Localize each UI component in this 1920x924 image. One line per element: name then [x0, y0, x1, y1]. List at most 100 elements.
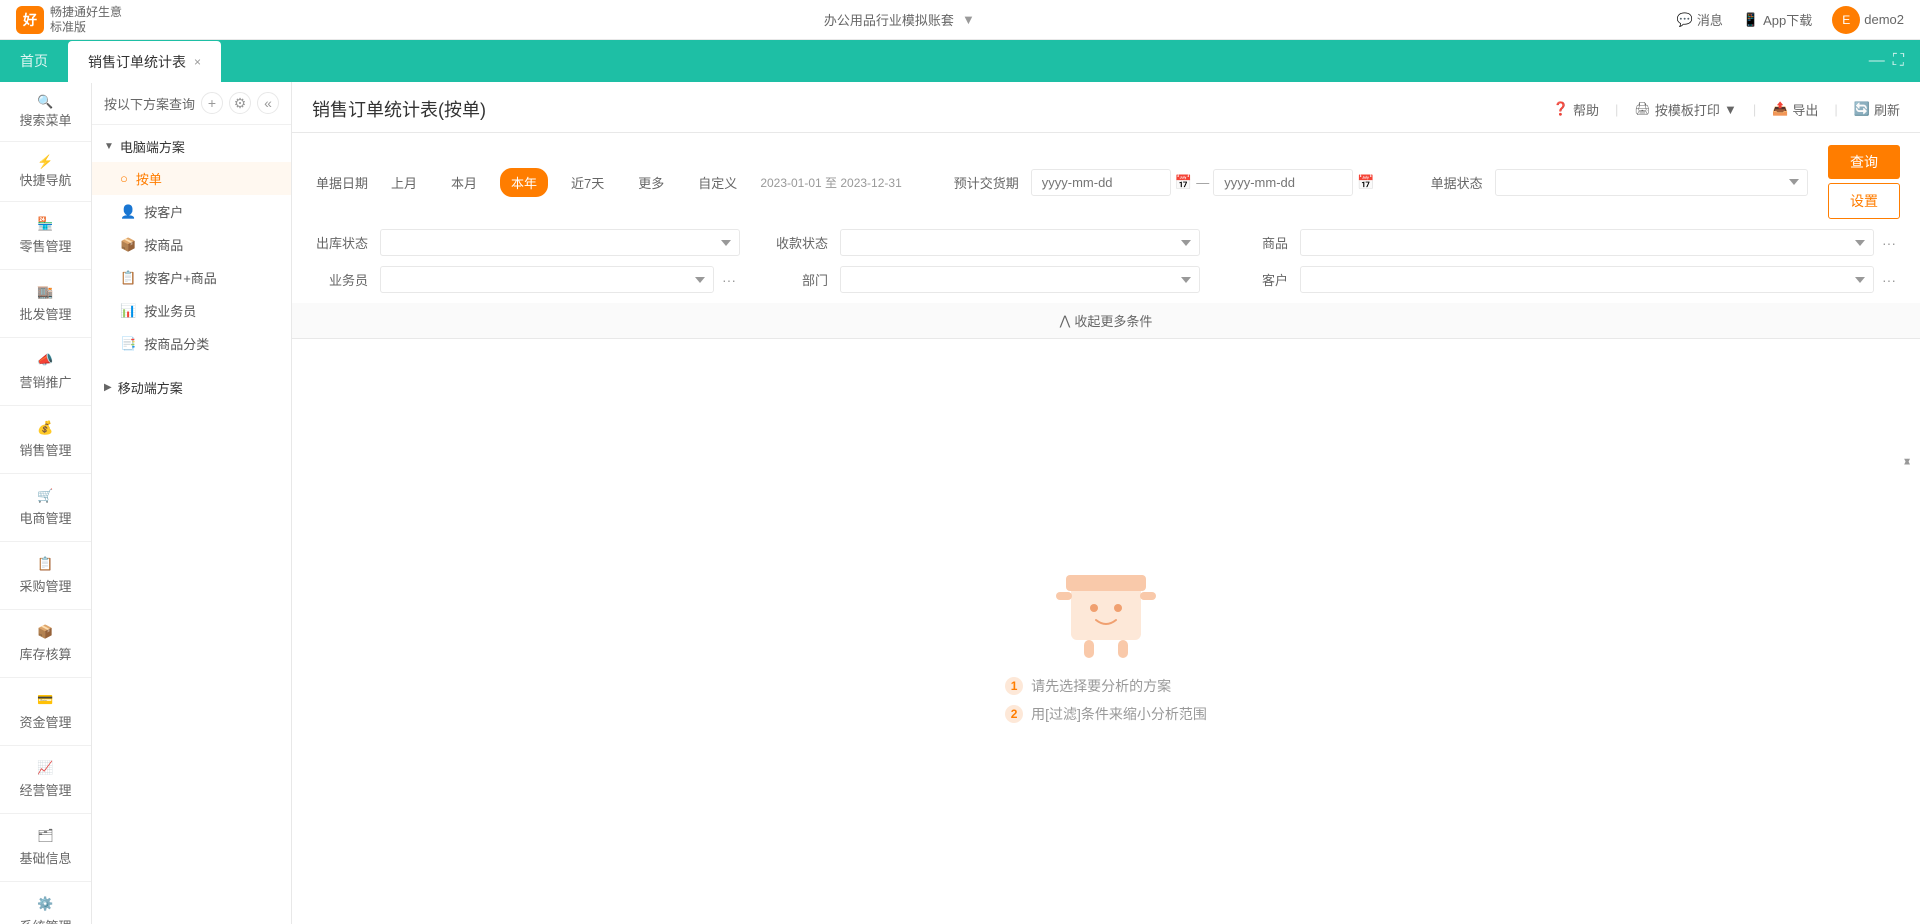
sidebar-item-ecommerce[interactable]: 🛒 电商管理	[0, 474, 91, 542]
sidebar-item-inventory[interactable]: 📦 库存核算	[0, 610, 91, 678]
status-select[interactable]	[1495, 169, 1808, 196]
sidebar-search[interactable]: 🔍 搜索菜单	[0, 82, 91, 142]
outbound-select[interactable]	[380, 229, 740, 256]
user-avatar-btn[interactable]: E demo2	[1832, 6, 1904, 34]
by-order-icon: ○	[120, 171, 128, 186]
collapse-btn[interactable]: ⋀ 收起更多条件	[1060, 311, 1153, 330]
tab-close-btn[interactable]: ×	[194, 55, 201, 69]
page-header: 销售订单统计表(按单) ❓ 帮助 | 🖨 按模板打印 ▼ | 📤	[292, 82, 1920, 133]
date-btn-this-year[interactable]: 本年	[500, 168, 548, 197]
ecommerce-icon: 🛒	[37, 488, 53, 504]
sidebar-item-wholesale[interactable]: 🏬 批发管理 ▲	[0, 270, 91, 338]
main-layout: 🔍 搜索菜单 ⚡ 快捷导航 🏪 零售管理 ▼ 🏬 批发管理 ▲ 📣 营销推广 💰…	[0, 82, 1920, 924]
app-download-btn[interactable]: 📱 App下载	[1743, 10, 1812, 29]
customer-more-btn[interactable]: ···	[1878, 272, 1900, 288]
scheme-section-mobile: ▶ 移动端方案	[92, 366, 291, 409]
empty-illustration	[1046, 540, 1166, 660]
sidebar-item-sales[interactable]: 💰 销售管理	[0, 406, 91, 474]
customer-select[interactable]	[1300, 266, 1874, 293]
sidebar-quick-nav[interactable]: ⚡ 快捷导航	[0, 142, 91, 202]
message-icon: 💬	[1677, 12, 1693, 28]
scheme-settings-btn[interactable]: ⚙	[229, 92, 251, 114]
tab-maximize-btn[interactable]: ⛶	[1893, 52, 1904, 70]
department-select[interactable]	[840, 266, 1200, 293]
filter-row-2: 出库状态 收款状态 商品 ···	[312, 229, 1900, 256]
collapse-row[interactable]: ⋀ 收起更多条件	[292, 303, 1920, 339]
payment-select-wrap	[840, 229, 1200, 256]
tab-active[interactable]: 销售订单统计表 ×	[68, 41, 221, 83]
sidebar-item-finance[interactable]: 💳 资金管理	[0, 678, 91, 746]
template-print-btn[interactable]: 🖨 按模板打印 ▼	[1634, 100, 1736, 119]
scheme-add-btn[interactable]: +	[201, 92, 223, 114]
message-btn[interactable]: 💬 消息	[1677, 10, 1723, 29]
customer-select-wrap: ···	[1300, 266, 1900, 293]
sidebar-item-basic[interactable]: 🗂 基础信息	[0, 814, 91, 882]
collapse-icon: ⋀	[1060, 313, 1071, 329]
content-area: 按以下方案查询 + ⚙ « ▼ 电脑端方案	[92, 82, 1920, 924]
purchase-icon: 📋	[37, 556, 53, 572]
date-btn-last-month[interactable]: 上月	[380, 168, 428, 197]
salesperson-more-btn[interactable]: ···	[718, 272, 740, 288]
sidebar-item-purchase[interactable]: 📋 采购管理	[0, 542, 91, 610]
scheme-item-by-product[interactable]: 📦 按商品	[92, 228, 291, 261]
sidebar-item-operations[interactable]: 📈 经营管理	[0, 746, 91, 814]
tab-bar: 首页 销售订单统计表 × — ⛶	[0, 40, 1920, 82]
settings-btn[interactable]: 设置	[1828, 183, 1900, 219]
query-btn[interactable]: 查询	[1828, 145, 1900, 179]
goods-select-wrap: ···	[1300, 229, 1900, 256]
help-btn[interactable]: ❓ 帮助	[1553, 100, 1599, 119]
cal-icon-2[interactable]: 📅	[1357, 174, 1374, 191]
payment-label: 收款状态	[772, 233, 828, 252]
top-bar: 好 畅捷通好生意 标准版 办公用品行业模拟账套 ▼ 💬 消息 📱 App下载 E…	[0, 0, 1920, 40]
date-btn-this-month[interactable]: 本月	[440, 168, 488, 197]
scheme-item-by-salesperson[interactable]: 📊 按业务员	[92, 294, 291, 327]
scheme-item-by-product-cat[interactable]: 📑 按商品分类	[92, 327, 291, 360]
date-btn-7days[interactable]: 近7天	[560, 168, 615, 197]
sidebar-item-system[interactable]: ⚙️ 系统管理	[0, 882, 91, 924]
logo-area: 好 畅捷通好生意 标准版	[16, 5, 122, 34]
goods-more-btn[interactable]: ···	[1878, 235, 1900, 251]
avatar: E	[1832, 6, 1860, 34]
salesperson-select[interactable]	[380, 266, 714, 293]
scheme-collapse-btn[interactable]: «	[257, 92, 279, 114]
by-cust-prod-icon: 📋	[120, 270, 136, 286]
divider1: |	[1615, 102, 1618, 117]
expected-date-start-input[interactable]	[1031, 169, 1171, 196]
app-icon: 📱	[1743, 12, 1759, 28]
export-icon: 📤	[1772, 101, 1788, 117]
page-header-actions: ❓ 帮助 | 🖨 按模板打印 ▼ | 📤 导出 |	[1553, 100, 1900, 119]
scheme-item-by-customer[interactable]: 👤 按客户	[92, 195, 291, 228]
date-btn-more[interactable]: 更多	[627, 168, 675, 197]
scheme-item-by-order[interactable]: ○ 按单	[92, 162, 291, 195]
export-btn[interactable]: 📤 导出	[1772, 100, 1818, 119]
scheme-mobile-header[interactable]: ▶ 移动端方案	[92, 372, 291, 403]
by-product-icon: 📦	[120, 237, 136, 253]
payment-select[interactable]	[840, 229, 1200, 256]
nav-icon: ⚡	[8, 154, 83, 170]
industry-selector[interactable]: 办公用品行业模拟账套 ▼	[824, 10, 975, 29]
divider2: |	[1753, 102, 1756, 117]
industry-dropdown-arrow: ▼	[962, 12, 975, 27]
finance-icon: 💳	[37, 692, 53, 708]
status-label: 单据状态	[1427, 173, 1483, 192]
scheme-section-pc: ▼ 电脑端方案 ○ 按单 👤 按客户 📦 按商品 📋 按客户+商品	[92, 125, 291, 366]
right-content: 销售订单统计表(按单) ❓ 帮助 | 🖨 按模板打印 ▼ | 📤	[292, 82, 1920, 924]
scheme-item-by-cust-prod[interactable]: 📋 按客户+商品	[92, 261, 291, 294]
logo-icon: 好	[16, 6, 44, 34]
tab-minimize-btn[interactable]: —	[1869, 52, 1885, 70]
date-btn-custom[interactable]: 自定义	[687, 168, 748, 197]
tab-bar-controls: — ⛶	[1869, 52, 1920, 70]
goods-select[interactable]	[1300, 229, 1874, 256]
scheme-panel: 按以下方案查询 + ⚙ « ▼ 电脑端方案	[92, 82, 292, 924]
scheme-panel-header: 按以下方案查询 + ⚙ «	[92, 82, 291, 125]
sidebar-item-marketing[interactable]: 📣 营销推广	[0, 338, 91, 406]
scheme-pc-header[interactable]: ▼ 电脑端方案	[92, 131, 291, 162]
by-customer-icon: 👤	[120, 204, 136, 220]
tab-home[interactable]: 首页	[0, 40, 68, 82]
expected-date-range: 📅 — 📅	[1031, 169, 1375, 196]
pc-section-arrow: ▼	[104, 141, 114, 152]
refresh-btn[interactable]: 🔄 刷新	[1854, 100, 1900, 119]
sidebar-item-retail[interactable]: 🏪 零售管理 ▼	[0, 202, 91, 270]
cal-icon-1[interactable]: 📅	[1175, 174, 1192, 191]
expected-date-end-input[interactable]	[1213, 169, 1353, 196]
